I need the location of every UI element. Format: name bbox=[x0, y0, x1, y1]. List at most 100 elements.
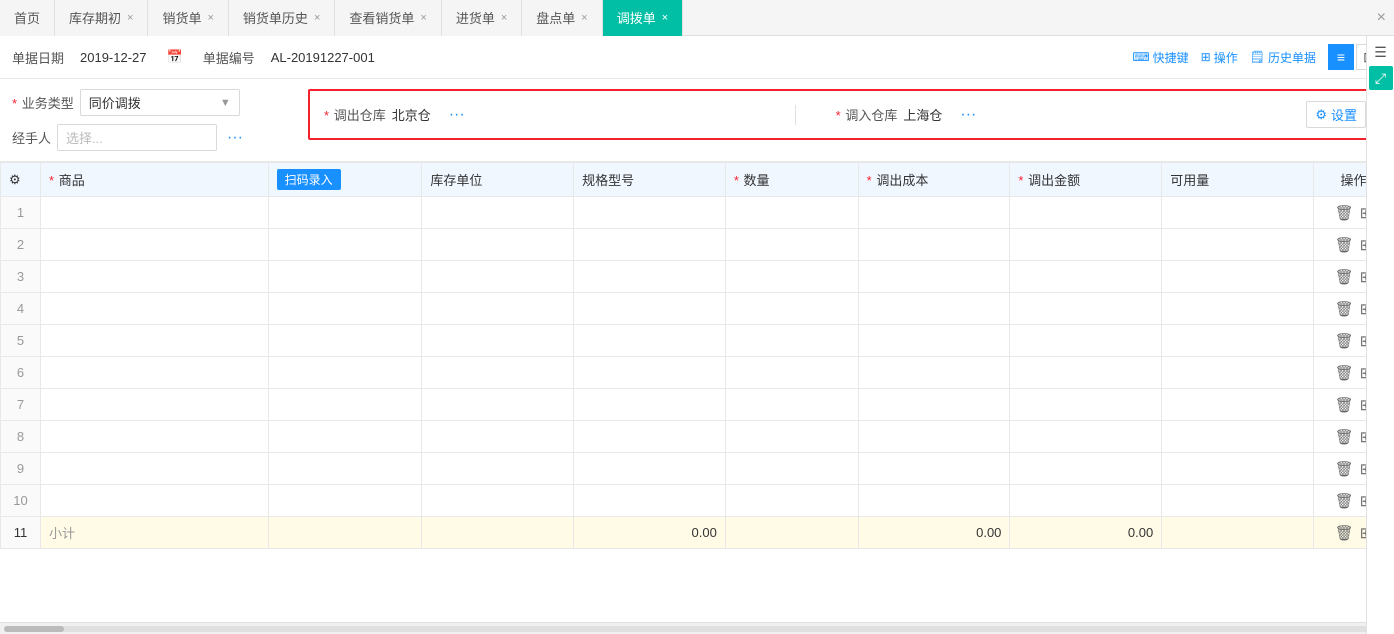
row-amount[interactable] bbox=[1010, 229, 1162, 261]
tab-inventory-count[interactable]: 盘点单 × bbox=[522, 0, 602, 36]
calendar-icon[interactable]: 📅 bbox=[167, 49, 183, 65]
row-unit[interactable] bbox=[422, 325, 574, 357]
tab-inventory-count-close[interactable]: × bbox=[581, 12, 587, 24]
list-view-btn[interactable]: ≡ bbox=[1328, 44, 1354, 70]
row-cost[interactable] bbox=[858, 325, 1010, 357]
row-unit[interactable] bbox=[422, 197, 574, 229]
horizontal-scrollbar[interactable] bbox=[0, 622, 1394, 634]
row-product[interactable] bbox=[41, 389, 269, 421]
shortcuts-btn[interactable]: ⌨ 快捷键 bbox=[1132, 49, 1188, 66]
row-spec[interactable] bbox=[574, 357, 726, 389]
row-product[interactable] bbox=[41, 485, 269, 517]
row-qty[interactable] bbox=[725, 261, 858, 293]
delete-row-icon[interactable]: 🗑 bbox=[1335, 332, 1354, 350]
close-all-tabs[interactable]: × bbox=[1377, 9, 1386, 27]
row-amount[interactable] bbox=[1010, 197, 1162, 229]
row-amount[interactable] bbox=[1010, 453, 1162, 485]
tab-purchase-close[interactable]: × bbox=[501, 12, 507, 24]
row-product[interactable] bbox=[41, 229, 269, 261]
tab-view-sales[interactable]: 查看销货单 × bbox=[335, 0, 441, 36]
handler-select[interactable]: 选择... bbox=[57, 124, 217, 151]
tab-view-sales-close[interactable]: × bbox=[420, 12, 426, 24]
row-product[interactable] bbox=[41, 293, 269, 325]
tab-home[interactable]: 首页 bbox=[0, 0, 55, 36]
row-spec[interactable] bbox=[574, 389, 726, 421]
business-type-select[interactable]: 同价调拨 ▼ bbox=[80, 89, 240, 116]
delete-row-icon[interactable]: 🗑 bbox=[1335, 268, 1354, 286]
row-qty[interactable] bbox=[725, 421, 858, 453]
tab-inventory-init[interactable]: 库存期初 × bbox=[55, 0, 148, 36]
row-unit[interactable] bbox=[422, 421, 574, 453]
delete-row-icon[interactable]: 🗑 bbox=[1335, 364, 1354, 382]
row-amount[interactable] bbox=[1010, 357, 1162, 389]
row-qty[interactable] bbox=[725, 485, 858, 517]
row-unit[interactable] bbox=[422, 261, 574, 293]
row-product[interactable] bbox=[41, 261, 269, 293]
delete-row-icon[interactable]: 🗑 bbox=[1335, 460, 1354, 478]
row-amount[interactable] bbox=[1010, 389, 1162, 421]
row-cost[interactable] bbox=[858, 261, 1010, 293]
scan-entry-btn[interactable]: 扫码录入 bbox=[277, 169, 341, 190]
tab-purchase[interactable]: 进货单 × bbox=[442, 0, 522, 36]
row-unit[interactable] bbox=[422, 229, 574, 261]
row-qty[interactable] bbox=[725, 229, 858, 261]
sidebar-list-icon[interactable]: ☰ bbox=[1369, 40, 1393, 64]
row-qty[interactable] bbox=[725, 325, 858, 357]
delete-row-icon[interactable]: 🗑 bbox=[1335, 396, 1354, 414]
row-unit[interactable] bbox=[422, 453, 574, 485]
delete-row-icon[interactable]: 🗑 bbox=[1335, 300, 1354, 318]
row-product[interactable] bbox=[41, 325, 269, 357]
delete-row-icon[interactable]: 🗑 bbox=[1335, 236, 1354, 254]
row-product[interactable] bbox=[41, 421, 269, 453]
tab-transfer-close[interactable]: × bbox=[662, 12, 668, 24]
transfer-in-more-btn[interactable]: ··· bbox=[956, 106, 980, 124]
handler-more-btn[interactable]: ··· bbox=[223, 129, 247, 147]
tab-sales-order[interactable]: 销货单 × bbox=[148, 0, 228, 36]
row-qty[interactable] bbox=[725, 197, 858, 229]
row-amount[interactable] bbox=[1010, 485, 1162, 517]
row-product[interactable] bbox=[41, 453, 269, 485]
delete-row-icon[interactable]: 🗑 bbox=[1335, 204, 1354, 222]
row-spec[interactable] bbox=[574, 325, 726, 357]
row-spec[interactable] bbox=[574, 229, 726, 261]
tab-sales-history[interactable]: 销货单历史 × bbox=[229, 0, 335, 36]
row-cost[interactable] bbox=[858, 293, 1010, 325]
row-cost[interactable] bbox=[858, 389, 1010, 421]
row-spec[interactable] bbox=[574, 197, 726, 229]
row-qty[interactable] bbox=[725, 293, 858, 325]
row-cost[interactable] bbox=[858, 453, 1010, 485]
row-qty[interactable] bbox=[725, 357, 858, 389]
row-unit[interactable] bbox=[422, 485, 574, 517]
row-unit[interactable] bbox=[422, 389, 574, 421]
row-spec[interactable] bbox=[574, 421, 726, 453]
row-product[interactable] bbox=[41, 357, 269, 389]
row-spec[interactable] bbox=[574, 453, 726, 485]
row-qty[interactable] bbox=[725, 453, 858, 485]
row-amount[interactable] bbox=[1010, 293, 1162, 325]
tab-sales-order-close[interactable]: × bbox=[207, 12, 213, 24]
tab-inventory-init-close[interactable]: × bbox=[127, 12, 133, 24]
tab-transfer[interactable]: 调拨单 × bbox=[603, 0, 683, 36]
row-unit[interactable] bbox=[422, 357, 574, 389]
row-unit[interactable] bbox=[422, 293, 574, 325]
row-product[interactable] bbox=[41, 197, 269, 229]
row-cost[interactable] bbox=[858, 421, 1010, 453]
row-amount[interactable] bbox=[1010, 261, 1162, 293]
delete-row-icon[interactable]: 🗑 bbox=[1335, 492, 1354, 510]
history-btn[interactable]: 🗒 历史单据 bbox=[1250, 49, 1316, 66]
row-spec[interactable] bbox=[574, 485, 726, 517]
row-cost[interactable] bbox=[858, 357, 1010, 389]
delete-row-icon[interactable]: 🗑 bbox=[1335, 428, 1354, 446]
transfer-out-more-btn[interactable]: ··· bbox=[445, 106, 469, 124]
row-spec[interactable] bbox=[574, 293, 726, 325]
th-gear[interactable]: ⚙ bbox=[1, 163, 41, 197]
sidebar-expand-icon[interactable]: ⤢ bbox=[1369, 66, 1393, 90]
tab-sales-history-close[interactable]: × bbox=[314, 12, 320, 24]
row-amount[interactable] bbox=[1010, 325, 1162, 357]
row-cost[interactable] bbox=[858, 197, 1010, 229]
operations-btn[interactable]: ⊞ 操作 bbox=[1201, 49, 1238, 66]
settings-button[interactable]: ⚙ 设置 bbox=[1306, 101, 1366, 128]
row-cost[interactable] bbox=[858, 485, 1010, 517]
row-amount[interactable] bbox=[1010, 421, 1162, 453]
row-qty[interactable] bbox=[725, 389, 858, 421]
